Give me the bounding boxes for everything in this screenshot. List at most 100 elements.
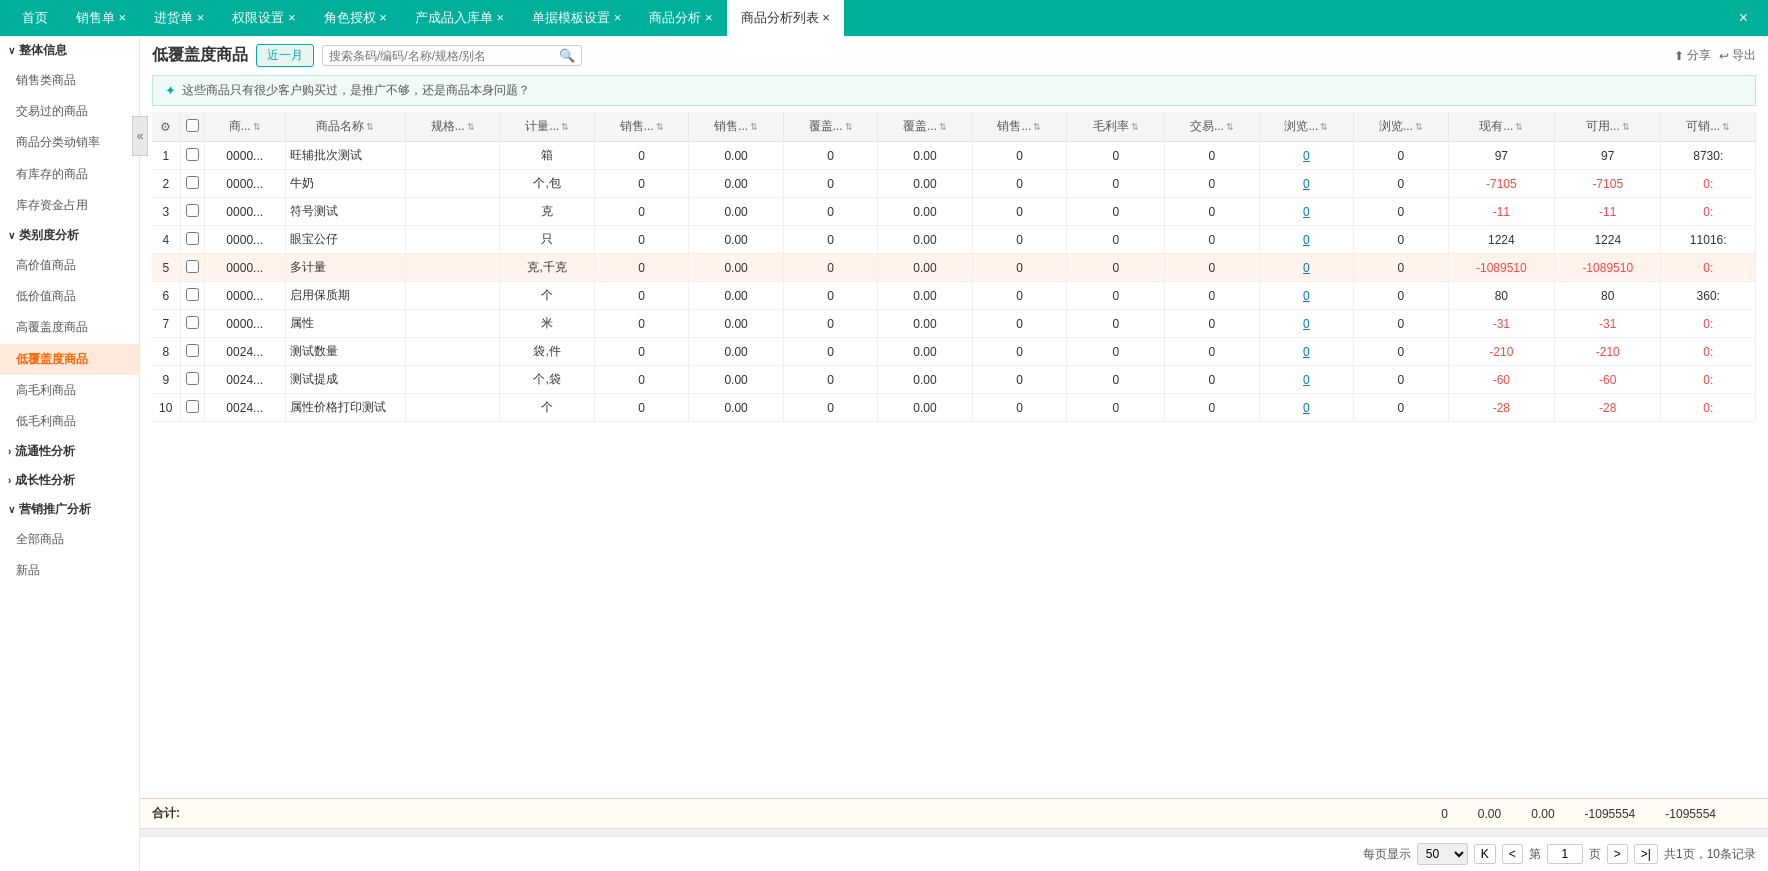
row-checkbox-cell[interactable] <box>180 310 204 338</box>
row-checkbox[interactable] <box>186 204 199 217</box>
row-checkbox-cell[interactable] <box>180 282 204 310</box>
next-page-button[interactable]: > <box>1607 844 1628 864</box>
row-spec <box>405 282 499 310</box>
settings-icon[interactable]: ⚙ <box>160 120 171 134</box>
row-browse1[interactable]: 0 <box>1259 198 1353 226</box>
sidebar-item-category-rate[interactable]: 商品分类动销率 <box>0 127 139 158</box>
nav-permission[interactable]: 权限设置 × <box>218 0 309 36</box>
col-sale-amt[interactable]: 销售...⇅ <box>689 112 783 142</box>
content-header: 低覆盖度商品 近一月 🔍 ⬆ 分享 ↩ 导出 <box>140 44 1768 75</box>
row-checkbox[interactable] <box>186 148 199 161</box>
row-browse1[interactable]: 0 <box>1259 394 1353 422</box>
col-browse1[interactable]: 浏览...⇅ <box>1259 112 1353 142</box>
share-button[interactable]: ⬆ 分享 <box>1674 47 1711 64</box>
row-checkbox[interactable] <box>186 372 199 385</box>
row-checkbox-cell[interactable] <box>180 198 204 226</box>
last-page-button[interactable]: >| <box>1634 844 1658 864</box>
sidebar-section-marketing[interactable]: ∨ 营销推广分析 <box>0 495 139 524</box>
col-trade[interactable]: 交易...⇅ <box>1165 112 1259 142</box>
sidebar-item-high-coverage[interactable]: 高覆盖度商品 <box>0 312 139 343</box>
row-checkbox-cell[interactable] <box>180 366 204 394</box>
row-browse1[interactable]: 0 <box>1259 282 1353 310</box>
prev-page-button[interactable]: < <box>1502 844 1523 864</box>
sidebar-item-sales-goods[interactable]: 销售类商品 <box>0 65 139 96</box>
first-page-button[interactable]: K <box>1474 844 1496 864</box>
nav-sales[interactable]: 销售单 × <box>62 0 140 36</box>
row-browse1[interactable]: 0 <box>1259 226 1353 254</box>
sidebar-section-overall[interactable]: ∨ 整体信息 <box>0 36 139 65</box>
row-checkbox[interactable] <box>186 344 199 357</box>
nav-home[interactable]: 首页 <box>8 0 62 36</box>
sidebar-section-growth[interactable]: › 成长性分析 <box>0 466 139 495</box>
row-checkbox-cell[interactable] <box>180 254 204 282</box>
col-cover1[interactable]: 覆盖...⇅ <box>783 112 877 142</box>
col-settings[interactable]: ⚙ <box>152 112 180 142</box>
search-input[interactable] <box>329 49 559 63</box>
sidebar-section-category[interactable]: ∨ 类别度分析 <box>0 221 139 250</box>
row-code: 0024... <box>204 366 285 394</box>
row-checkbox-cell[interactable] <box>180 338 204 366</box>
sidebar-item-new-goods[interactable]: 新品 <box>0 555 139 586</box>
row-name: 测试提成 <box>285 366 405 394</box>
sidebar-section-liquidity[interactable]: › 流通性分析 <box>0 437 139 466</box>
col-stock1[interactable]: 现有...⇅ <box>1448 112 1554 142</box>
col-sale-qty[interactable]: 销售...⇅ <box>594 112 688 142</box>
sidebar-item-low-value[interactable]: 低价值商品 <box>0 281 139 312</box>
row-checkbox-cell[interactable] <box>180 142 204 170</box>
nav-purchase[interactable]: 进货单 × <box>140 0 218 36</box>
row-checkbox[interactable] <box>186 232 199 245</box>
sidebar-item-traded-goods[interactable]: 交易过的商品 <box>0 96 139 127</box>
nav-role[interactable]: 角色授权 × <box>310 0 401 36</box>
row-checkbox-cell[interactable] <box>180 226 204 254</box>
arrow-icon-5: ∨ <box>8 504 15 515</box>
row-browse1[interactable]: 0 <box>1259 170 1353 198</box>
row-browse1[interactable]: 0 <box>1259 338 1353 366</box>
search-box[interactable]: 🔍 <box>322 45 582 66</box>
col-browse2[interactable]: 浏览...⇅ <box>1354 112 1448 142</box>
sidebar-item-high-value[interactable]: 高价值商品 <box>0 250 139 281</box>
row-checkbox[interactable] <box>186 260 199 273</box>
sidebar-item-high-margin[interactable]: 高毛利商品 <box>0 375 139 406</box>
row-checkbox[interactable] <box>186 400 199 413</box>
export-button[interactable]: ↩ 导出 <box>1719 47 1756 64</box>
col-stock3[interactable]: 可销...⇅ <box>1661 112 1756 142</box>
sidebar-item-stock-capital[interactable]: 库存资金占用 <box>0 190 139 221</box>
col-sale3[interactable]: 销售...⇅ <box>972 112 1066 142</box>
col-name[interactable]: 商品名称⇅ <box>285 112 405 142</box>
row-checkbox[interactable] <box>186 288 199 301</box>
scrollbar-track[interactable] <box>140 828 1768 836</box>
col-unit[interactable]: 计量...⇅ <box>500 112 594 142</box>
col-spec[interactable]: 规格...⇅ <box>405 112 499 142</box>
row-checkbox-cell[interactable] <box>180 394 204 422</box>
row-browse1[interactable]: 0 <box>1259 254 1353 282</box>
sidebar-item-all-goods[interactable]: 全部商品 <box>0 524 139 555</box>
sidebar-item-stocked-goods[interactable]: 有库存的商品 <box>0 159 139 190</box>
sidebar-item-low-coverage[interactable]: 低覆盖度商品 <box>0 344 139 375</box>
nav-template[interactable]: 单据模板设置 × <box>518 0 635 36</box>
row-browse1[interactable]: 0 <box>1259 142 1353 170</box>
row-trade: 0 <box>1165 170 1259 198</box>
select-all-checkbox[interactable] <box>186 119 199 132</box>
per-page-select[interactable]: 50 20 100 <box>1417 843 1468 865</box>
row-checkbox[interactable] <box>186 176 199 189</box>
row-browse1[interactable]: 0 <box>1259 366 1353 394</box>
row-checkbox-cell[interactable] <box>180 170 204 198</box>
col-checkbox[interactable] <box>180 112 204 142</box>
nav-stock[interactable]: 产成品入库单 × <box>401 0 518 36</box>
row-browse2: 0 <box>1354 366 1448 394</box>
row-cover2: 0.00 <box>878 282 972 310</box>
nav-analysis[interactable]: 商品分析 × <box>635 0 726 36</box>
table-container: ⚙ 商...⇅ 商品名称⇅ 规格...⇅ 计量...⇅ 销售...⇅ 销售...… <box>140 112 1768 798</box>
nav-analysis-list[interactable]: 商品分析列表 × <box>727 0 844 36</box>
row-checkbox[interactable] <box>186 316 199 329</box>
page-input[interactable] <box>1547 844 1583 864</box>
close-button[interactable]: × <box>1727 0 1760 36</box>
col-code[interactable]: 商...⇅ <box>204 112 285 142</box>
col-stock2[interactable]: 可用...⇅ <box>1555 112 1661 142</box>
sidebar-collapse-button[interactable]: « <box>132 116 148 156</box>
col-margin[interactable]: 毛利率⇅ <box>1067 112 1165 142</box>
col-cover2[interactable]: 覆盖...⇅ <box>878 112 972 142</box>
sidebar-item-low-margin[interactable]: 低毛利商品 <box>0 406 139 437</box>
filter-button[interactable]: 近一月 <box>256 44 314 67</box>
row-browse1[interactable]: 0 <box>1259 310 1353 338</box>
